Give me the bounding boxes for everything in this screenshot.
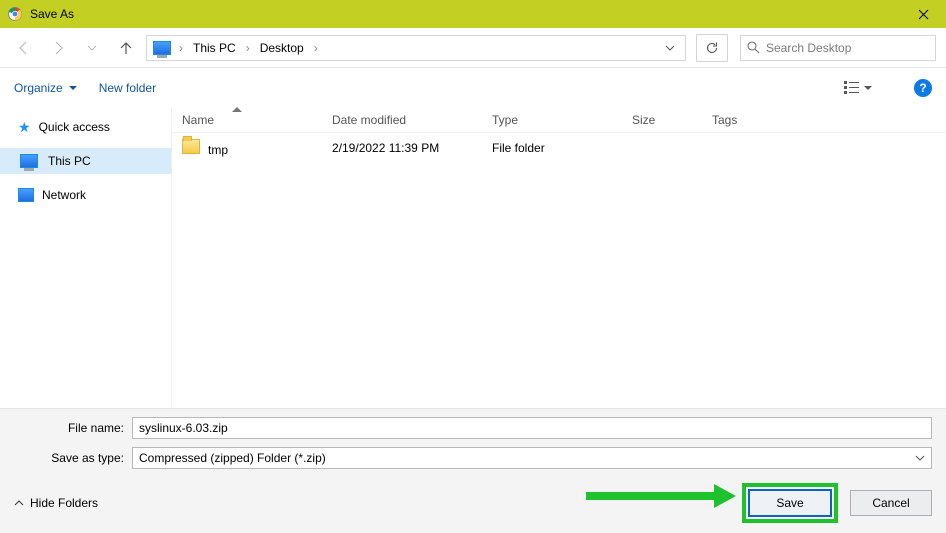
cell-date: 2/19/2022 11:39 PM [322,141,482,155]
cell-type: File folder [482,141,622,155]
title-bar: Save As [0,0,946,28]
address-bar[interactable]: › This PC › Desktop › [146,35,686,61]
nav-row: › This PC › Desktop › Search Desktop [0,28,946,68]
file-listing: Name Date modified Type Size Tags tmp 2/… [172,108,946,408]
cancel-label: Cancel [872,496,909,510]
breadcrumb-folder[interactable]: Desktop [256,41,308,55]
organize-menu[interactable]: Organize [14,81,77,95]
highlight-box: Save [742,483,838,523]
sort-indicator-icon [232,107,242,112]
search-input[interactable]: Search Desktop [740,35,936,61]
cancel-button[interactable]: Cancel [850,490,932,516]
sidebar: ★ Quick access This PC Network [0,108,172,408]
up-button[interactable] [112,34,140,62]
this-pc-icon [153,41,171,55]
new-folder-button[interactable]: New folder [99,81,156,95]
hide-folders-label: Hide Folders [30,496,98,510]
recent-dropdown[interactable] [78,34,106,62]
view-menu[interactable] [844,77,880,99]
toolbar: Organize New folder ? [0,68,946,108]
breadcrumb-root[interactable]: This PC [189,41,240,55]
refresh-button[interactable] [696,34,728,62]
this-pc-icon [20,154,38,168]
star-icon: ★ [18,119,31,136]
sidebar-item-label: Network [42,188,86,202]
column-date[interactable]: Date modified [322,113,482,127]
save-type-value: Compressed (zipped) Folder (*.zip) [139,451,326,465]
chevron-right-icon[interactable]: › [244,41,252,55]
forward-button[interactable] [44,34,72,62]
list-item[interactable]: tmp 2/19/2022 11:39 PM File folder [172,133,946,163]
hide-folders-button[interactable]: Hide Folders [14,496,98,510]
network-icon [18,188,34,202]
sidebar-item-this-pc[interactable]: This PC [0,148,171,174]
organize-label: Organize [14,81,63,95]
search-icon [747,41,760,54]
folder-icon [182,139,200,154]
help-button[interactable]: ? [914,79,932,97]
window-title: Save As [30,7,74,21]
main-area: ★ Quick access This PC Network Name Date… [0,108,946,408]
column-headers: Name Date modified Type Size Tags [172,108,946,133]
footer: File name: Save as type: Compressed (zip… [0,408,946,533]
chevron-down-icon [864,84,872,92]
view-icon [844,81,860,95]
cell-name: tmp [172,139,322,157]
save-label: Save [776,496,803,510]
column-tags[interactable]: Tags [702,113,782,127]
file-name: tmp [208,143,228,157]
column-type[interactable]: Type [482,113,622,127]
chevron-up-icon [14,498,24,508]
sidebar-item-network[interactable]: Network [0,182,171,208]
back-button[interactable] [10,34,38,62]
chevron-right-icon[interactable]: › [312,41,320,55]
chevron-right-icon[interactable]: › [177,41,185,55]
sidebar-item-label: This PC [48,154,91,168]
column-size[interactable]: Size [622,113,702,127]
sidebar-item-quick-access[interactable]: ★ Quick access [0,114,171,140]
sidebar-item-label: Quick access [39,120,110,134]
close-button[interactable] [900,0,946,28]
save-button[interactable]: Save [748,489,832,517]
save-type-label: Save as type: [14,451,124,465]
chevron-down-icon [69,84,77,92]
chevron-down-icon [915,453,925,463]
column-name[interactable]: Name [172,113,322,127]
file-name-label: File name: [14,421,124,435]
chrome-icon [8,7,22,21]
search-placeholder: Search Desktop [766,41,851,55]
file-name-input[interactable] [132,417,932,439]
address-dropdown[interactable] [659,43,681,53]
save-type-select[interactable]: Compressed (zipped) Folder (*.zip) [132,447,932,469]
